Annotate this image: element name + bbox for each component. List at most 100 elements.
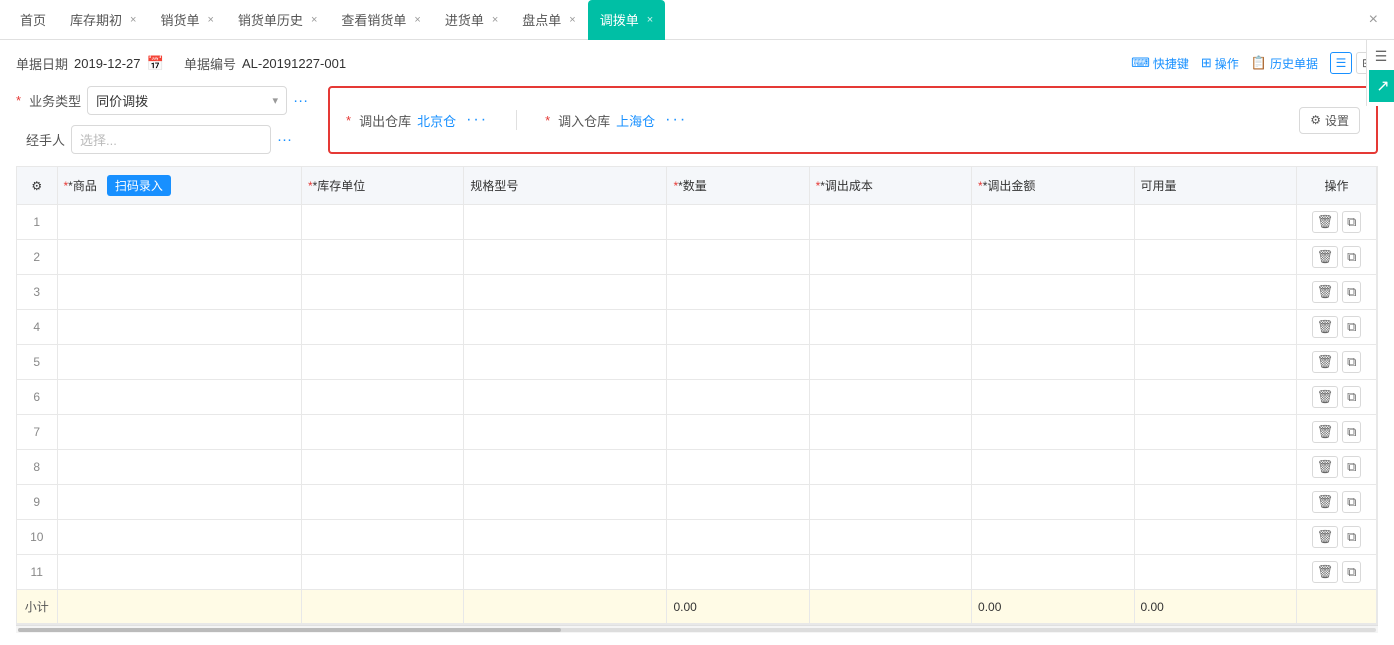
delete-btn[interactable]: 🗑	[1312, 246, 1339, 268]
settings-button[interactable]: ⚙ 设置	[1299, 107, 1360, 134]
tab-transfer[interactable]: 调拨单 ×	[588, 0, 665, 40]
main-table: ⚙ **商品 扫码录入 **库存单位 规格型号 **数量	[17, 167, 1377, 624]
doc-label: 单据编号	[184, 54, 236, 73]
tab-sales-history[interactable]: 销货单历史 ×	[226, 0, 329, 40]
copy-btn[interactable]: ⧉	[1342, 281, 1361, 303]
settings-gear-icon: ⚙	[1310, 113, 1321, 127]
tab-close-transfer[interactable]: ×	[647, 14, 653, 26]
in-warehouse-value[interactable]: 上海仓	[616, 111, 655, 130]
row-num: 1	[17, 205, 57, 240]
form-left: * 业务类型 同价调拨 ▾ ··· 经手人 选择... ···	[16, 86, 316, 154]
main-content: 单据日期 2019-12-27 📅 单据编号 AL-20191227-001 ⌨…	[0, 40, 1394, 645]
sidebar-list-btn[interactable]: ☰	[1369, 44, 1393, 68]
col-ops: 操作	[1297, 167, 1377, 205]
delete-btn[interactable]: 🗑	[1312, 281, 1339, 303]
scan-btn[interactable]: 扫码录入	[107, 175, 171, 196]
out-warehouse-more-btn[interactable]: ···	[466, 111, 488, 129]
subtotal-row: 小计 0.00 0.00 0.00	[17, 590, 1377, 624]
delete-btn[interactable]: 🗑	[1312, 211, 1339, 233]
scrollbar-thumb[interactable]	[18, 628, 561, 632]
tab-inventory-init[interactable]: 库存期初 ×	[58, 0, 148, 40]
tab-inventory[interactable]: 盘点单 ×	[510, 0, 587, 40]
biz-type-value: 同价调拨	[96, 91, 266, 110]
copy-btn[interactable]: ⧉	[1342, 526, 1361, 548]
header-row: 单据日期 2019-12-27 📅 单据编号 AL-20191227-001 ⌨…	[16, 52, 1378, 74]
biz-type-field: * 业务类型 同价调拨 ▾ ···	[16, 86, 316, 115]
in-warehouse-more-btn[interactable]: ···	[665, 111, 687, 129]
delete-btn[interactable]: 🗑	[1312, 526, 1339, 548]
table-header-row: ⚙ **商品 扫码录入 **库存单位 规格型号 **数量	[17, 167, 1377, 205]
list-view-icon[interactable]: ☰	[1330, 52, 1352, 74]
ops-icon: ⊞	[1201, 55, 1212, 71]
copy-btn[interactable]: ⧉	[1342, 351, 1361, 373]
biz-type-more-btn[interactable]: ···	[293, 92, 308, 109]
table-row: 11🗑⧉	[17, 555, 1377, 590]
tab-close-view-sales[interactable]: ×	[414, 14, 420, 26]
row-num: 2	[17, 240, 57, 275]
out-warehouse-label: 调出仓库	[359, 111, 411, 130]
table-row: 1 🗑⧉	[17, 205, 1377, 240]
copy-btn[interactable]: ⧉	[1342, 561, 1361, 583]
tab-purchase[interactable]: 进货单 ×	[433, 0, 510, 40]
handler-select[interactable]: 选择...	[71, 125, 271, 154]
copy-btn[interactable]: ⧉	[1342, 456, 1361, 478]
table-body: 1🗑⧉ 2🗑⧉ 3🗑⧉ 4🗑⧉ 5🗑⧉ 6🗑⧉ 7🗑⧉ 8🗑⧉ 9🗑⧉ 10🗑⧉…	[17, 205, 1377, 624]
delete-btn[interactable]: 🗑	[1312, 491, 1339, 513]
tab-close-inventory[interactable]: ×	[569, 14, 575, 26]
copy-btn[interactable]: ⧉	[1342, 421, 1361, 443]
copy-btn[interactable]: ⧉	[1342, 246, 1361, 268]
col-unit: **库存单位	[301, 167, 463, 205]
calendar-icon[interactable]: 📅	[147, 55, 164, 72]
handler-placeholder: 选择...	[80, 130, 262, 149]
copy-btn[interactable]: ⧉	[1342, 211, 1361, 233]
window-close-button[interactable]: ×	[1361, 11, 1386, 29]
sidebar-export-btn[interactable]: ↗	[1369, 70, 1394, 102]
col-spec: 规格型号	[464, 167, 667, 205]
doc-value: AL-20191227-001	[242, 56, 346, 71]
delete-btn[interactable]: 🗑	[1312, 351, 1339, 373]
horizontal-scrollbar[interactable]	[16, 625, 1378, 633]
col-qty: **数量	[667, 167, 809, 205]
delete-btn[interactable]: 🗑	[1312, 386, 1339, 408]
tab-bar: 首页 库存期初 × 销货单 × 销货单历史 × 查看销货单 × 进货单 × 盘点…	[0, 0, 1394, 40]
delete-btn[interactable]: 🗑	[1312, 316, 1339, 338]
col-amount: **调出金额	[972, 167, 1134, 205]
row-num: 7	[17, 415, 57, 450]
table-row: 10 🗑⧉	[17, 520, 1377, 555]
tab-home[interactable]: 首页	[8, 0, 58, 40]
handler-field: 经手人 选择... ···	[16, 125, 316, 154]
table-row: 6🗑⧉	[17, 380, 1377, 415]
ops-btn[interactable]: ⊞ 操作	[1201, 55, 1239, 72]
row-num: 8	[17, 450, 57, 485]
row-num: 10	[17, 520, 57, 555]
subtotal-qty: 0.00	[667, 590, 809, 624]
table-row: 8 🗑⧉	[17, 450, 1377, 485]
tab-close-inventory-init[interactable]: ×	[130, 14, 136, 26]
delete-btn[interactable]: 🗑	[1312, 456, 1339, 478]
row-num: 9	[17, 485, 57, 520]
form-section: * 业务类型 同价调拨 ▾ ··· 经手人 选择... ··· * 调出仓库	[16, 86, 1378, 154]
table-gear-icon: ⚙	[31, 179, 42, 193]
col-goods: **商品 扫码录入	[57, 167, 301, 205]
tab-close-sales-history[interactable]: ×	[311, 14, 317, 26]
delete-btn[interactable]: 🗑	[1312, 561, 1339, 583]
tab-close-purchase[interactable]: ×	[492, 14, 498, 26]
copy-btn[interactable]: ⧉	[1342, 386, 1361, 408]
tab-view-sales[interactable]: 查看销货单 ×	[329, 0, 432, 40]
scrollbar-track	[18, 628, 1376, 632]
shortcut-btn[interactable]: ⌨ 快捷键	[1131, 55, 1189, 72]
delete-btn[interactable]: 🗑	[1312, 421, 1339, 443]
copy-btn[interactable]: ⧉	[1342, 316, 1361, 338]
tab-sales[interactable]: 销货单 ×	[148, 0, 225, 40]
tab-close-sales[interactable]: ×	[207, 14, 213, 26]
biz-type-select[interactable]: 同价调拨 ▾	[87, 86, 287, 115]
history-btn[interactable]: 📋 历史单据	[1251, 55, 1318, 72]
handler-more-btn[interactable]: ···	[277, 131, 292, 148]
shortcut-icon: ⌨	[1131, 55, 1150, 71]
header-actions: ⌨ 快捷键 ⊞ 操作 📋 历史单据 ☰ ⊟	[1131, 52, 1378, 74]
table-row: 9 🗑⧉	[17, 485, 1377, 520]
out-warehouse-value[interactable]: 北京仓	[417, 111, 456, 130]
copy-btn[interactable]: ⧉	[1342, 491, 1361, 513]
date-label: 单据日期	[16, 54, 68, 73]
col-settings[interactable]: ⚙	[17, 167, 57, 205]
